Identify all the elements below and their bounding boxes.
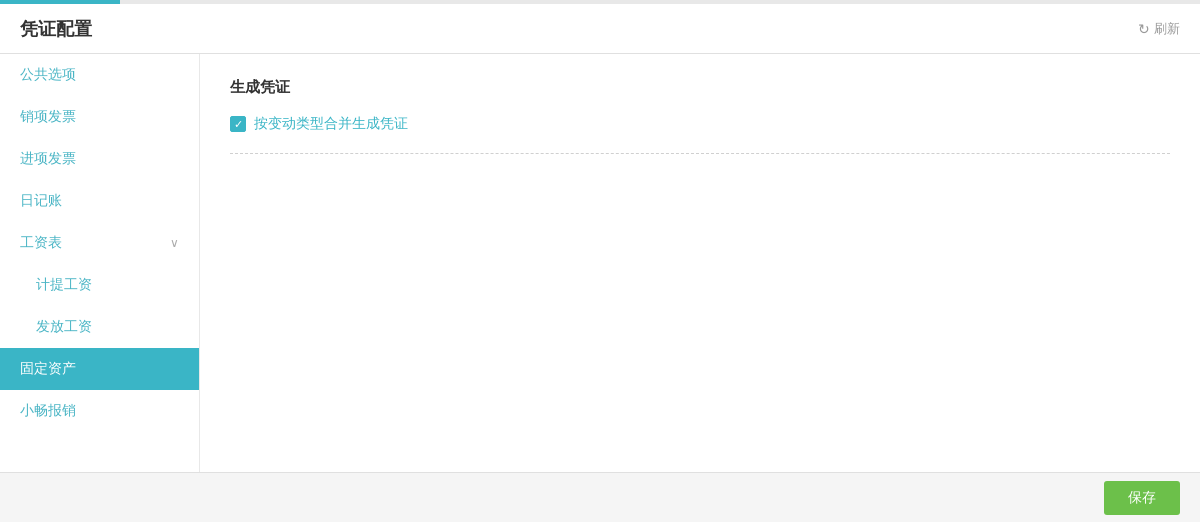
refresh-label: 刷新	[1154, 20, 1180, 38]
divider	[230, 153, 1170, 154]
sidebar-label-commission: 计提工资	[36, 276, 92, 294]
checkbox-row: 按变动类型合并生成凭证	[230, 115, 1170, 133]
refresh-icon: ↻	[1138, 21, 1150, 37]
refresh-button[interactable]: ↻ 刷新	[1138, 20, 1180, 38]
content-area: 生成凭证 按变动类型合并生成凭证	[200, 54, 1200, 472]
main-layout: 公共选项销项发票进项发票日记账工资表 ∨ 计提工资发放工资固定资产小畅报销 生成凭证…	[0, 54, 1200, 472]
top-tab-bar	[0, 0, 1200, 4]
checkbox-label[interactable]: 按变动类型合并生成凭证	[254, 115, 408, 133]
page-title: 凭证配置	[20, 17, 92, 41]
page-footer: 保存	[0, 472, 1200, 522]
sidebar-item-commission[interactable]: 计提工资	[0, 264, 199, 306]
sidebar-label-public: 公共选项	[20, 66, 76, 84]
sidebar-item-payroll[interactable]: 工资表 ∨	[0, 222, 199, 264]
sidebar-label-distribute: 发放工资	[36, 318, 92, 336]
sidebar-item-purchase-invoice[interactable]: 进项发票	[0, 138, 199, 180]
merge-checkbox[interactable]	[230, 116, 246, 132]
sidebar-item-sales-invoice[interactable]: 销项发票	[0, 96, 199, 138]
sidebar-label-sales-invoice: 销项发票	[20, 108, 76, 126]
sidebar-item-journal[interactable]: 日记账	[0, 180, 199, 222]
sidebar-item-public[interactable]: 公共选项	[0, 54, 199, 96]
sidebar-label-payroll: 工资表	[20, 234, 62, 252]
page-header: 凭证配置 ↻ 刷新	[0, 4, 1200, 54]
sidebar-item-expense[interactable]: 小畅报销	[0, 390, 199, 432]
sidebar-item-distribute[interactable]: 发放工资	[0, 306, 199, 348]
section-title: 生成凭证	[230, 78, 1170, 97]
sidebar-item-fixed-assets[interactable]: 固定资产	[0, 348, 199, 390]
sidebar-label-journal: 日记账	[20, 192, 62, 210]
sidebar: 公共选项销项发票进项发票日记账工资表 ∨ 计提工资发放工资固定资产小畅报销	[0, 54, 200, 472]
sidebar-label-fixed-assets: 固定资产	[20, 360, 76, 378]
sidebar-label-purchase-invoice: 进项发票	[20, 150, 76, 168]
sidebar-label-expense: 小畅报销	[20, 402, 76, 420]
save-button[interactable]: 保存	[1104, 481, 1180, 515]
chevron-down-icon: ∨	[170, 236, 179, 250]
